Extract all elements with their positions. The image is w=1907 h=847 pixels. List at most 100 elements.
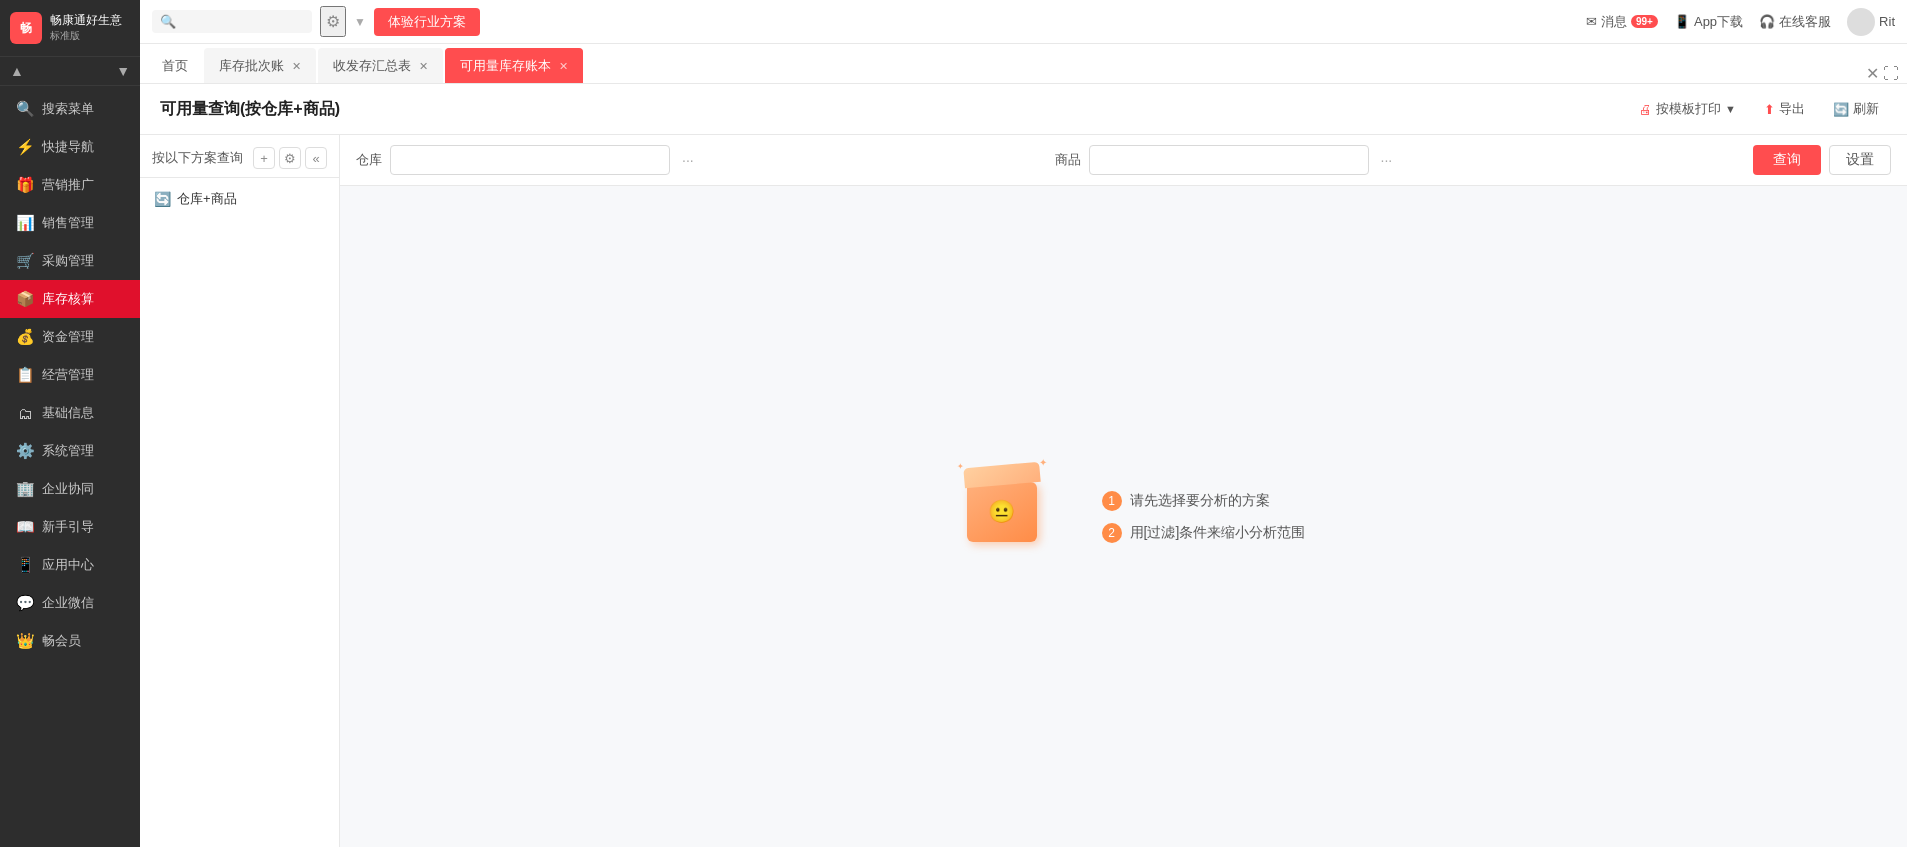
tab-available-inventory[interactable]: 可用量库存账本 ✕ [445,48,583,83]
sidebar-item-enterprise[interactable]: 🏢 企业协同 [0,470,140,508]
sidebar-item-sales[interactable]: 📊 销售管理 [0,204,140,242]
tab-home[interactable]: 首页 [148,49,202,83]
empty-hint-1-text: 请先选择要分析的方案 [1130,492,1270,510]
sidebar-item-finance[interactable]: 💰 资金管理 [0,318,140,356]
message-btn[interactable]: ✉ 消息 99+ [1586,13,1658,31]
app-download-label: App下载 [1694,13,1743,31]
scheme-item-icon: 🔄 [154,191,171,207]
page-header: 可用量查询(按仓库+商品) 🖨 按模板打印 ▼ ⬆ 导出 🔄 刷新 [140,84,1907,135]
scheme-item-warehouse-product[interactable]: 🔄 仓库+商品 [140,182,339,216]
sidebar-item-purchase[interactable]: 🛒 采购管理 [0,242,140,280]
user-avatar-area[interactable]: Rit [1847,8,1895,36]
guide-icon: 📖 [16,518,34,536]
sidebar-scroll-up[interactable]: ▲ [8,61,26,81]
filter-settings-btn[interactable]: 设置 [1829,145,1891,175]
sparkle: ✦ [1039,457,1047,468]
scheme-item-label: 仓库+商品 [177,190,237,208]
page-header-actions: 🖨 按模板打印 ▼ ⬆ 导出 🔄 刷新 [1631,96,1887,122]
topbar-gear-button[interactable]: ⚙ [320,6,346,37]
filter-bar: 仓库 ··· 商品 ··· 查询 设置 [340,135,1907,186]
sidebar-item-inventory[interactable]: 📦 库存核算 [0,280,140,318]
inventory-icon: 📦 [16,290,34,308]
refresh-icon: 🔄 [1833,102,1849,117]
warehouse-filter-input[interactable] [390,145,670,175]
sparkle2: ✦ [957,462,964,471]
left-panel: 按以下方案查询 + ⚙ « 🔄 仓库+商品 [140,135,340,847]
refresh-label: 刷新 [1853,100,1879,118]
left-panel-header: 按以下方案查询 + ⚙ « [140,147,339,178]
tab-batch-account-close[interactable]: ✕ [292,60,301,73]
export-btn[interactable]: ⬆ 导出 [1756,96,1813,122]
tab-batch-account[interactable]: 库存批次账 ✕ [204,48,316,83]
sidebar-item-label: 资金管理 [42,328,94,346]
add-scheme-btn[interactable]: + [253,147,275,169]
tab-available-inventory-label: 可用量库存账本 [460,57,551,75]
product-filter-input[interactable] [1089,145,1369,175]
search-icon: 🔍 [160,14,176,29]
tab-deposit-summary[interactable]: 收发存汇总表 ✕ [318,48,443,83]
warehouse-filter-dots[interactable]: ··· [678,152,698,168]
sidebar-item-marketing[interactable]: 🎁 营销推广 [0,166,140,204]
tab-available-inventory-close[interactable]: ✕ [559,60,568,73]
export-label: 导出 [1779,100,1805,118]
print-label: 按模板打印 [1656,100,1721,118]
print-icon: 🖨 [1639,102,1652,117]
topbar-search-area: 🔍 [152,10,312,33]
app-center-icon: 📱 [16,556,34,574]
sidebar-item-guide[interactable]: 📖 新手引导 [0,508,140,546]
left-panel-actions: + ⚙ « [253,147,327,169]
main-area: 🔍 ⚙ ▼ 体验行业方案 ✉ 消息 99+ 📱 App下载 🎧 在线客服 [140,0,1907,847]
sidebar-item-vip[interactable]: 👑 畅会员 [0,622,140,660]
collapse-panel-btn[interactable]: « [305,147,327,169]
scheme-settings-btn[interactable]: ⚙ [279,147,301,169]
online-service-btn[interactable]: 🎧 在线客服 [1759,13,1831,31]
print-btn[interactable]: 🖨 按模板打印 ▼ [1631,96,1744,122]
content-area: 按以下方案查询 + ⚙ « 🔄 仓库+商品 仓库 ··· [140,135,1907,847]
tab-deposit-summary-label: 收发存汇总表 [333,57,411,75]
warehouse-filter-label: 仓库 [356,151,382,169]
tab-batch-account-label: 库存批次账 [219,57,284,75]
tab-deposit-summary-close[interactable]: ✕ [419,60,428,73]
sidebar-nav: 🔍 搜索菜单 ⚡ 快捷导航 🎁 营销推广 📊 销售管理 🛒 采购管理 📦 库存核… [0,86,140,847]
query-btn[interactable]: 查询 [1753,145,1821,175]
empty-hint-2-text: 用[过滤]条件来缩小分析范围 [1130,524,1306,542]
operations-icon: 📋 [16,366,34,384]
sidebar-item-label: 畅会员 [42,632,81,650]
sidebar-item-label: 企业协同 [42,480,94,498]
product-filter-group: 商品 ··· [1055,145,1738,175]
tab-home-label: 首页 [162,57,188,75]
sidebar-item-label: 快捷导航 [42,138,94,156]
sidebar-item-label: 采购管理 [42,252,94,270]
system-icon: ⚙️ [16,442,34,460]
sidebar-scroll-down[interactable]: ▼ [114,61,132,81]
sidebar-item-system[interactable]: ⚙️ 系统管理 [0,432,140,470]
export-icon: ⬆ [1764,102,1775,117]
box-face: 😐 [988,499,1015,525]
sidebar-item-search[interactable]: 🔍 搜索菜单 [0,90,140,128]
sidebar-item-label: 经营管理 [42,366,94,384]
trial-btn[interactable]: 体验行业方案 [374,8,480,36]
product-filter-label: 商品 [1055,151,1081,169]
search-input[interactable] [180,14,280,29]
sidebar-item-wechat[interactable]: 💬 企业微信 [0,584,140,622]
sidebar-item-label: 企业微信 [42,594,94,612]
purchase-icon: 🛒 [16,252,34,270]
gear-icon: ⚙ [326,13,340,30]
app-download-icon: 📱 [1674,14,1690,29]
sidebar-item-operations[interactable]: 📋 经营管理 [0,356,140,394]
sidebar-item-basic-info[interactable]: 🗂 基础信息 [0,394,140,432]
topbar-right: ✉ 消息 99+ 📱 App下载 🎧 在线客服 Rit [1586,8,1895,36]
empty-hint-1: 1 请先选择要分析的方案 [1102,491,1306,511]
search-icon: 🔍 [16,100,34,118]
tabbar-close-button[interactable]: ✕ [1866,64,1879,83]
sidebar-item-label: 基础信息 [42,404,94,422]
app-download-btn[interactable]: 📱 App下载 [1674,13,1743,31]
vip-icon: 👑 [16,632,34,650]
tabbar-expand-button[interactable]: ⛶ [1883,65,1899,83]
app-subtitle: 标准版 [50,29,122,43]
empty-hint-2: 2 用[过滤]条件来缩小分析范围 [1102,523,1306,543]
refresh-btn[interactable]: 🔄 刷新 [1825,96,1887,122]
product-filter-dots[interactable]: ··· [1377,152,1397,168]
sidebar-item-app-center[interactable]: 📱 应用中心 [0,546,140,584]
sidebar-item-quick-nav[interactable]: ⚡ 快捷导航 [0,128,140,166]
